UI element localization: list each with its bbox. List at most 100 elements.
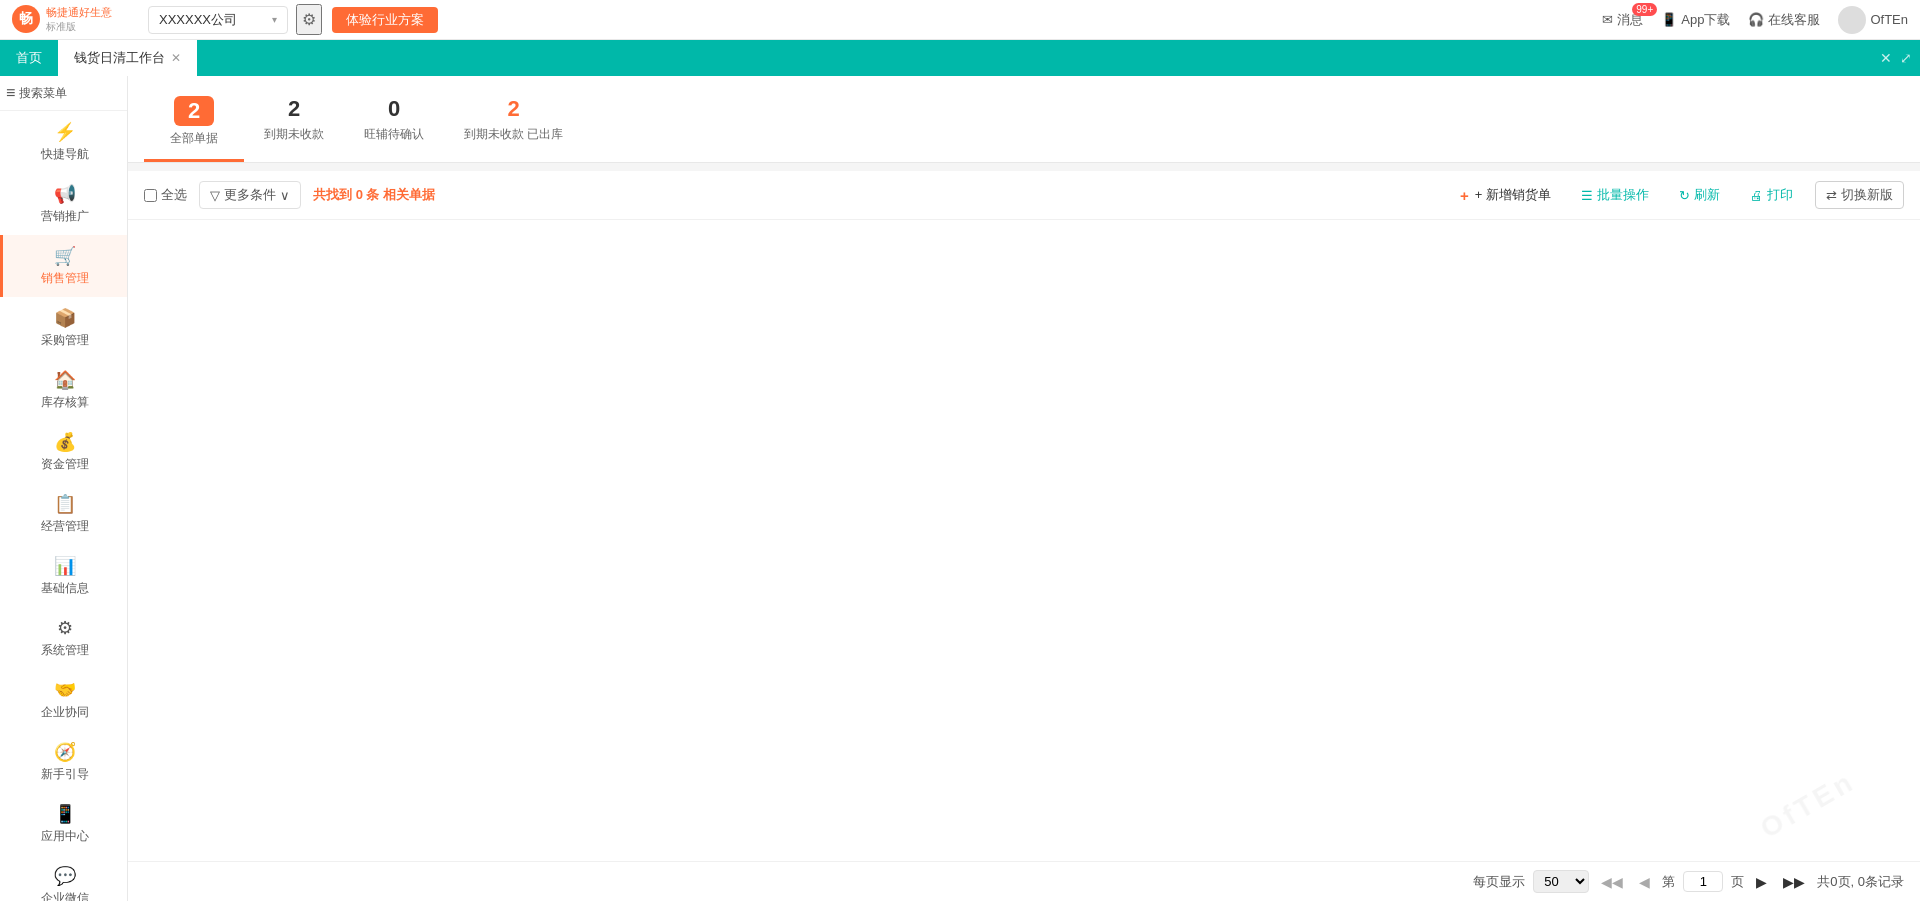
tab-home-label: 首页 — [16, 49, 42, 67]
quick-nav-icon: ⚡ — [54, 121, 76, 143]
sidebar-item-label: 基础信息 — [41, 580, 89, 597]
batch-button[interactable]: ☰ 批量操作 — [1573, 182, 1657, 208]
chevron-down-icon: ▾ — [272, 14, 277, 25]
select-all-checkbox[interactable]: 全选 — [144, 186, 187, 204]
stat-wangwang-num: 0 — [388, 96, 400, 122]
batch-icon: ☰ — [1581, 188, 1593, 203]
stat-overdue-label: 到期未收款 — [264, 126, 324, 143]
content-area: 2 全部单据 2 到期未收款 0 旺辅待确认 2 到期未收款 已出库 全选 — [128, 76, 1920, 901]
stat-all-num: 2 — [174, 96, 214, 126]
next-page-button[interactable]: ▶ — [1752, 872, 1771, 892]
refresh-icon: ↻ — [1679, 188, 1690, 203]
logo-icon: 畅 — [12, 5, 40, 33]
top-header: 畅 畅捷通好生意 标准版 XXXXXX公司 ▾ ⚙ 体验行业方案 ✉ 消息 99… — [0, 0, 1920, 40]
toolbar: 全选 ▽ 更多条件 ∨ 共找到 0 条 相关单据 + + 新增销货单 ☰ — [128, 171, 1920, 220]
refresh-button[interactable]: ↻ 刷新 — [1671, 182, 1728, 208]
logo-sub: 标准版 — [46, 20, 112, 34]
phone-icon: 📱 — [1661, 12, 1677, 27]
marketing-icon: 📢 — [54, 183, 76, 205]
app-download-button[interactable]: 📱 App下载 — [1661, 11, 1730, 29]
message-icon: ✉ — [1602, 12, 1613, 27]
new-order-button[interactable]: + + 新增销货单 — [1452, 182, 1559, 208]
tab-minimize-icon[interactable]: ✕ — [1880, 50, 1892, 66]
purchase-icon: 📦 — [54, 307, 76, 329]
headset-icon: 🎧 — [1748, 12, 1764, 27]
message-button[interactable]: ✉ 消息 99+ — [1602, 11, 1643, 29]
sidebar-item-label: 快捷导航 — [41, 146, 89, 163]
logo-title: 畅捷通好生意 — [46, 5, 112, 19]
sidebar-item-label: 营销推广 — [41, 208, 89, 225]
switch-version-button[interactable]: ⇄ 切换新版 — [1815, 181, 1904, 209]
sidebar-item-label: 库存核算 — [41, 394, 89, 411]
trial-button[interactable]: 体验行业方案 — [332, 7, 438, 33]
print-icon: 🖨 — [1750, 188, 1763, 203]
sales-icon: 🛒 — [54, 245, 76, 267]
more-filter-button[interactable]: ▽ 更多条件 ∨ — [199, 181, 301, 209]
stat-tab-overdue-out[interactable]: 2 到期未收款 已出库 — [444, 88, 583, 162]
stat-overdue-out-num: 2 — [508, 96, 520, 122]
sidebar-item-operation[interactable]: 📋 经营管理 — [0, 483, 127, 545]
sidebar-item-app-center[interactable]: 📱 应用中心 — [0, 793, 127, 855]
tab-expand-icon[interactable]: ⤢ — [1900, 50, 1912, 66]
company-name: XXXXXX公司 — [159, 11, 266, 29]
sidebar-item-capital[interactable]: 💰 资金管理 — [0, 421, 127, 483]
wechat-icon: 💬 — [54, 865, 76, 887]
app-download-label: App下载 — [1681, 11, 1730, 29]
sidebar-item-purchase[interactable]: 📦 采购管理 — [0, 297, 127, 359]
prev-page-button[interactable]: ◀ — [1635, 872, 1654, 892]
stat-wangwang-label: 旺辅待确认 — [364, 126, 424, 143]
tab-home[interactable]: 首页 — [0, 40, 58, 76]
tab-bar: 首页 钱货日清工作台 ✕ ✕ ⤢ — [0, 40, 1920, 76]
table-area — [128, 220, 1920, 861]
pagination: 每页显示 10 20 50 100 ◀◀ ◀ 第 页 ▶ ▶▶ 共0页, 0条记… — [128, 861, 1920, 901]
print-button[interactable]: 🖨 打印 — [1742, 182, 1801, 208]
company-selector[interactable]: XXXXXX公司 ▾ — [148, 6, 288, 34]
online-service-button[interactable]: 🎧 在线客服 — [1748, 11, 1820, 29]
enterprise-icon: 🤝 — [54, 679, 76, 701]
total-text: 共0页, 0条记录 — [1817, 873, 1904, 891]
found-prefix: 共找到 — [313, 187, 352, 202]
sidebar-item-basic[interactable]: 📊 基础信息 — [0, 545, 127, 607]
found-count: 0 — [356, 187, 363, 202]
settings-button[interactable]: ⚙ — [296, 4, 322, 35]
batch-label: 批量操作 — [1597, 186, 1649, 204]
tab-close-icon[interactable]: ✕ — [171, 51, 181, 65]
sidebar-item-inventory[interactable]: 🏠 库存核算 — [0, 359, 127, 421]
stat-tab-wangwang[interactable]: 0 旺辅待确认 — [344, 88, 444, 162]
avatar-image — [1838, 6, 1866, 34]
found-related: 相关单据 — [383, 187, 435, 202]
sidebar-item-label: 应用中心 — [41, 828, 89, 845]
sidebar-search-label: 搜索菜单 — [19, 85, 67, 102]
sidebar-item-quick-nav[interactable]: ⚡ 快捷导航 — [0, 111, 127, 173]
operation-icon: 📋 — [54, 493, 76, 515]
stat-tab-all[interactable]: 2 全部单据 — [144, 88, 244, 162]
toolbar-right: + + 新增销货单 ☰ 批量操作 ↻ 刷新 🖨 打印 ⇄ 切换新版 — [1452, 181, 1904, 209]
tab-controls: ✕ ⤢ — [1880, 50, 1920, 66]
select-all-input[interactable] — [144, 189, 157, 202]
per-page-select[interactable]: 10 20 50 100 — [1533, 870, 1589, 893]
sidebar-item-label: 销售管理 — [41, 270, 89, 287]
sidebar: ≡ 搜索菜单 ⚡ 快捷导航 📢 营销推广 🛒 销售管理 📦 采购管理 🏠 库存核… — [0, 76, 128, 901]
stat-tab-overdue-unpaid[interactable]: 2 到期未收款 — [244, 88, 344, 162]
refresh-label: 刷新 — [1694, 186, 1720, 204]
found-unit: 条 — [366, 187, 379, 202]
system-icon: ⚙ — [57, 617, 73, 639]
sidebar-item-marketing[interactable]: 📢 营销推广 — [0, 173, 127, 235]
main-layout: ≡ 搜索菜单 ⚡ 快捷导航 📢 营销推广 🛒 销售管理 📦 采购管理 🏠 库存核… — [0, 76, 1920, 901]
sidebar-item-system[interactable]: ⚙ 系统管理 — [0, 607, 127, 669]
inventory-icon: 🏠 — [54, 369, 76, 391]
sidebar-search-item[interactable]: ≡ 搜索菜单 — [0, 76, 127, 111]
tab-work[interactable]: 钱货日清工作台 ✕ — [58, 40, 197, 76]
sidebar-item-enterprise[interactable]: 🤝 企业协同 — [0, 669, 127, 731]
page-input[interactable] — [1683, 871, 1723, 892]
found-text: 共找到 0 条 相关单据 — [313, 186, 435, 204]
user-avatar[interactable]: OfTEn — [1838, 6, 1908, 34]
page-suffix-label: 页 — [1731, 873, 1744, 891]
last-page-button[interactable]: ▶▶ — [1779, 872, 1809, 892]
sidebar-item-sales[interactable]: 🛒 销售管理 — [0, 235, 127, 297]
sidebar-item-guide[interactable]: 🧭 新手引导 — [0, 731, 127, 793]
select-all-label: 全选 — [161, 186, 187, 204]
first-page-button[interactable]: ◀◀ — [1597, 872, 1627, 892]
sidebar-item-wechat[interactable]: 💬 企业微信 — [0, 855, 127, 901]
stats-tabs: 2 全部单据 2 到期未收款 0 旺辅待确认 2 到期未收款 已出库 — [128, 76, 1920, 163]
